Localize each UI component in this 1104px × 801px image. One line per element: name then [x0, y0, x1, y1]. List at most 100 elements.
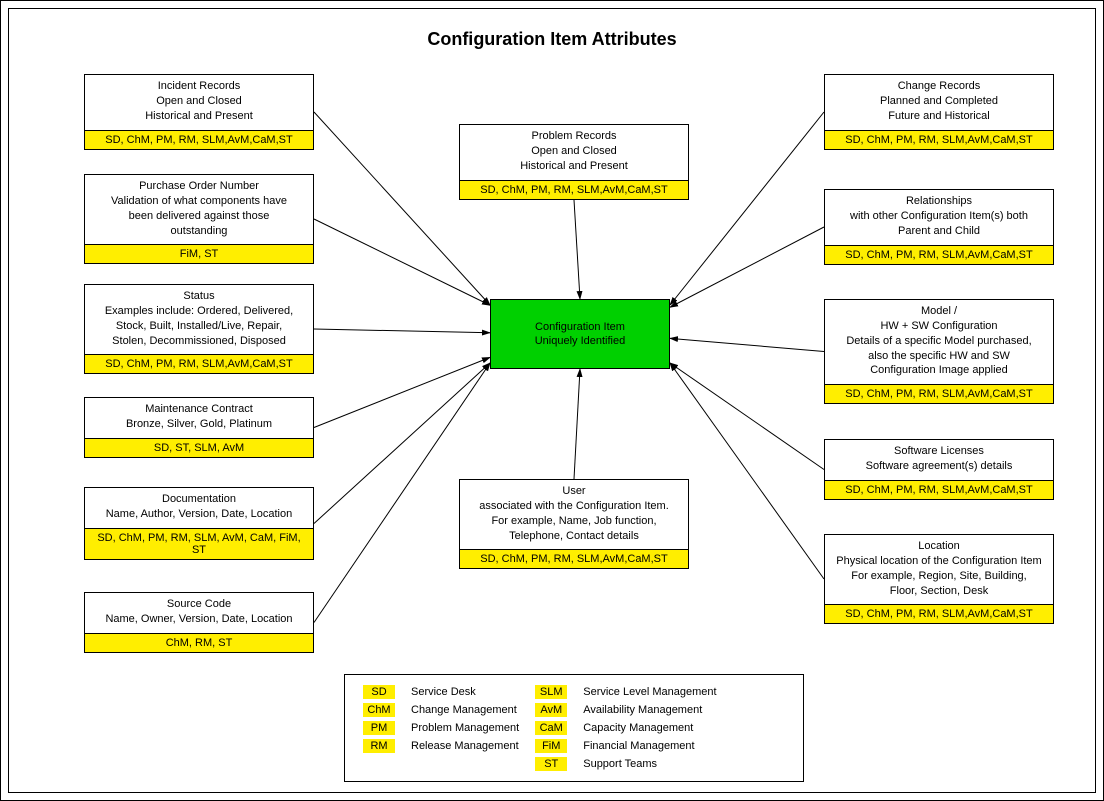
legend-abbr: FiM: [535, 739, 567, 753]
node-line: Open and Closed: [91, 94, 307, 109]
node-line: Physical location of the Configuration I…: [831, 554, 1047, 569]
connector-user: [574, 369, 580, 479]
node-title: Change Records: [831, 79, 1047, 94]
legend-abbr: AvM: [535, 703, 567, 717]
attribute-node-problem: Problem RecordsOpen and ClosedHistorical…: [459, 124, 689, 200]
node-line: Name, Owner, Version, Date, Location: [91, 612, 307, 627]
legend-abbr: PM: [363, 721, 395, 735]
legend-name: Financial Management: [575, 737, 724, 755]
attribute-node-change: Change RecordsPlanned and CompletedFutur…: [824, 74, 1054, 150]
node-line: Configuration Image applied: [831, 363, 1047, 378]
center-node-configuration-item: Configuration Item Uniquely Identified: [490, 299, 670, 369]
connector-lic: [670, 363, 824, 470]
connector-rel: [670, 227, 824, 307]
node-line: For example, Region, Site, Building,: [831, 569, 1047, 584]
legend-name: Release Management: [403, 737, 527, 755]
node-line: outstanding: [91, 224, 307, 239]
node-tags: SD, ChM, PM, RM, SLM,AvM,CaM,ST: [825, 384, 1053, 403]
node-title: Source Code: [91, 597, 307, 612]
node-title: Status: [91, 289, 307, 304]
node-line: HW + SW Configuration: [831, 319, 1047, 334]
node-line: associated with the Configuration Item.: [466, 499, 682, 514]
connector-change: [670, 112, 824, 305]
legend-name: Change Management: [403, 701, 527, 719]
legend-box: SD Service Desk SLM Service Level Managemen…: [344, 674, 804, 782]
legend-abbr: ChM: [363, 703, 395, 717]
legend-abbr: SD: [363, 685, 395, 699]
legend-name: Problem Management: [403, 719, 527, 737]
attribute-node-doc: DocumentationName, Author, Version, Date…: [84, 487, 314, 560]
node-line: Future and Historical: [831, 109, 1047, 124]
connector-model: [670, 338, 824, 351]
node-line: Name, Author, Version, Date, Location: [91, 507, 307, 522]
node-tags: SD, ST, SLM, AvM: [85, 438, 313, 457]
node-line: Stock, Built, Installed/Live, Repair,: [91, 319, 307, 334]
connector-status: [314, 329, 490, 333]
node-line: Planned and Completed: [831, 94, 1047, 109]
node-title: User: [466, 484, 682, 499]
center-node-line2: Uniquely Identified: [535, 334, 626, 348]
node-line: Historical and Present: [466, 159, 682, 174]
node-title: Problem Records: [466, 129, 682, 144]
attribute-node-maint: Maintenance ContractBronze, Silver, Gold…: [84, 397, 314, 458]
node-tags: SD, ChM, PM, RM, SLM,AvM,CaM,ST: [825, 604, 1053, 623]
node-line: Telephone, Contact details: [466, 529, 682, 544]
legend-abbr: SLM: [535, 685, 567, 699]
node-line: Floor, Section, Desk: [831, 584, 1047, 599]
diagram-title: Configuration Item Attributes: [9, 29, 1095, 50]
connector-loc: [670, 363, 824, 579]
legend-name: Service Level Management: [575, 683, 724, 701]
connector-po: [314, 219, 490, 305]
attribute-node-po: Purchase Order NumberValidation of what …: [84, 174, 314, 264]
connector-maint: [314, 357, 490, 427]
center-node-line1: Configuration Item: [535, 320, 625, 334]
node-tags: SD, ChM, PM, RM, SLM, AvM, CaM, FiM, ST: [85, 528, 313, 559]
node-line: Bronze, Silver, Gold, Platinum: [91, 417, 307, 432]
node-line: Validation of what components have: [91, 194, 307, 209]
node-line: Stolen, Decommissioned, Disposed: [91, 334, 307, 349]
legend-name: Support Teams: [575, 755, 724, 773]
node-title: Software Licenses: [831, 444, 1047, 459]
attribute-node-src: Source CodeName, Owner, Version, Date, L…: [84, 592, 314, 653]
node-title: Incident Records: [91, 79, 307, 94]
node-line: Details of a specific Model purchased,: [831, 334, 1047, 349]
node-title: Purchase Order Number: [91, 179, 307, 194]
attribute-node-model: Model /HW + SW ConfigurationDetails of a…: [824, 299, 1054, 404]
node-tags: FiM, ST: [85, 244, 313, 263]
node-tags: SD, ChM, PM, RM, SLM,AvM,CaM,ST: [85, 130, 313, 149]
node-title: Model /: [831, 304, 1047, 319]
node-title: Location: [831, 539, 1047, 554]
attribute-node-loc: LocationPhysical location of the Configu…: [824, 534, 1054, 624]
node-tags: SD, ChM, PM, RM, SLM,AvM,CaM,ST: [460, 549, 688, 568]
node-title: Documentation: [91, 492, 307, 507]
node-tags: SD, ChM, PM, RM, SLM,AvM,CaM,ST: [825, 480, 1053, 499]
attribute-node-lic: Software LicensesSoftware agreement(s) d…: [824, 439, 1054, 500]
node-line: Open and Closed: [466, 144, 682, 159]
node-line: Examples include: Ordered, Delivered,: [91, 304, 307, 319]
node-tags: ChM, RM, ST: [85, 633, 313, 652]
node-line: with other Configuration Item(s) both: [831, 209, 1047, 224]
attribute-node-rel: Relationshipswith other Configuration It…: [824, 189, 1054, 265]
node-tags: SD, ChM, PM, RM, SLM,AvM,CaM,ST: [825, 245, 1053, 264]
attribute-node-user: Userassociated with the Configuration It…: [459, 479, 689, 569]
legend-name: Service Desk: [403, 683, 527, 701]
node-line: For example, Name, Job function,: [466, 514, 682, 529]
attribute-node-status: StatusExamples include: Ordered, Deliver…: [84, 284, 314, 374]
legend-abbr: CaM: [535, 721, 567, 735]
legend-abbr: RM: [363, 739, 395, 753]
attribute-node-incident: Incident RecordsOpen and ClosedHistorica…: [84, 74, 314, 150]
node-line: Historical and Present: [91, 109, 307, 124]
legend-abbr: ST: [535, 757, 567, 771]
node-tags: SD, ChM, PM, RM, SLM,AvM,CaM,ST: [825, 130, 1053, 149]
legend-name: Availability Management: [575, 701, 724, 719]
node-line: Parent and Child: [831, 224, 1047, 239]
node-title: Maintenance Contract: [91, 402, 307, 417]
node-title: Relationships: [831, 194, 1047, 209]
diagram-frame: Configuration Item Attributes Configurat…: [0, 0, 1104, 801]
node-tags: SD, ChM, PM, RM, SLM,AvM,CaM,ST: [460, 180, 688, 199]
connector-problem: [574, 200, 580, 299]
node-line: been delivered against those: [91, 209, 307, 224]
node-line: also the specific HW and SW: [831, 349, 1047, 364]
diagram-canvas: Configuration Item Attributes Configurat…: [8, 8, 1096, 793]
node-tags: SD, ChM, PM, RM, SLM,AvM,CaM,ST: [85, 354, 313, 373]
